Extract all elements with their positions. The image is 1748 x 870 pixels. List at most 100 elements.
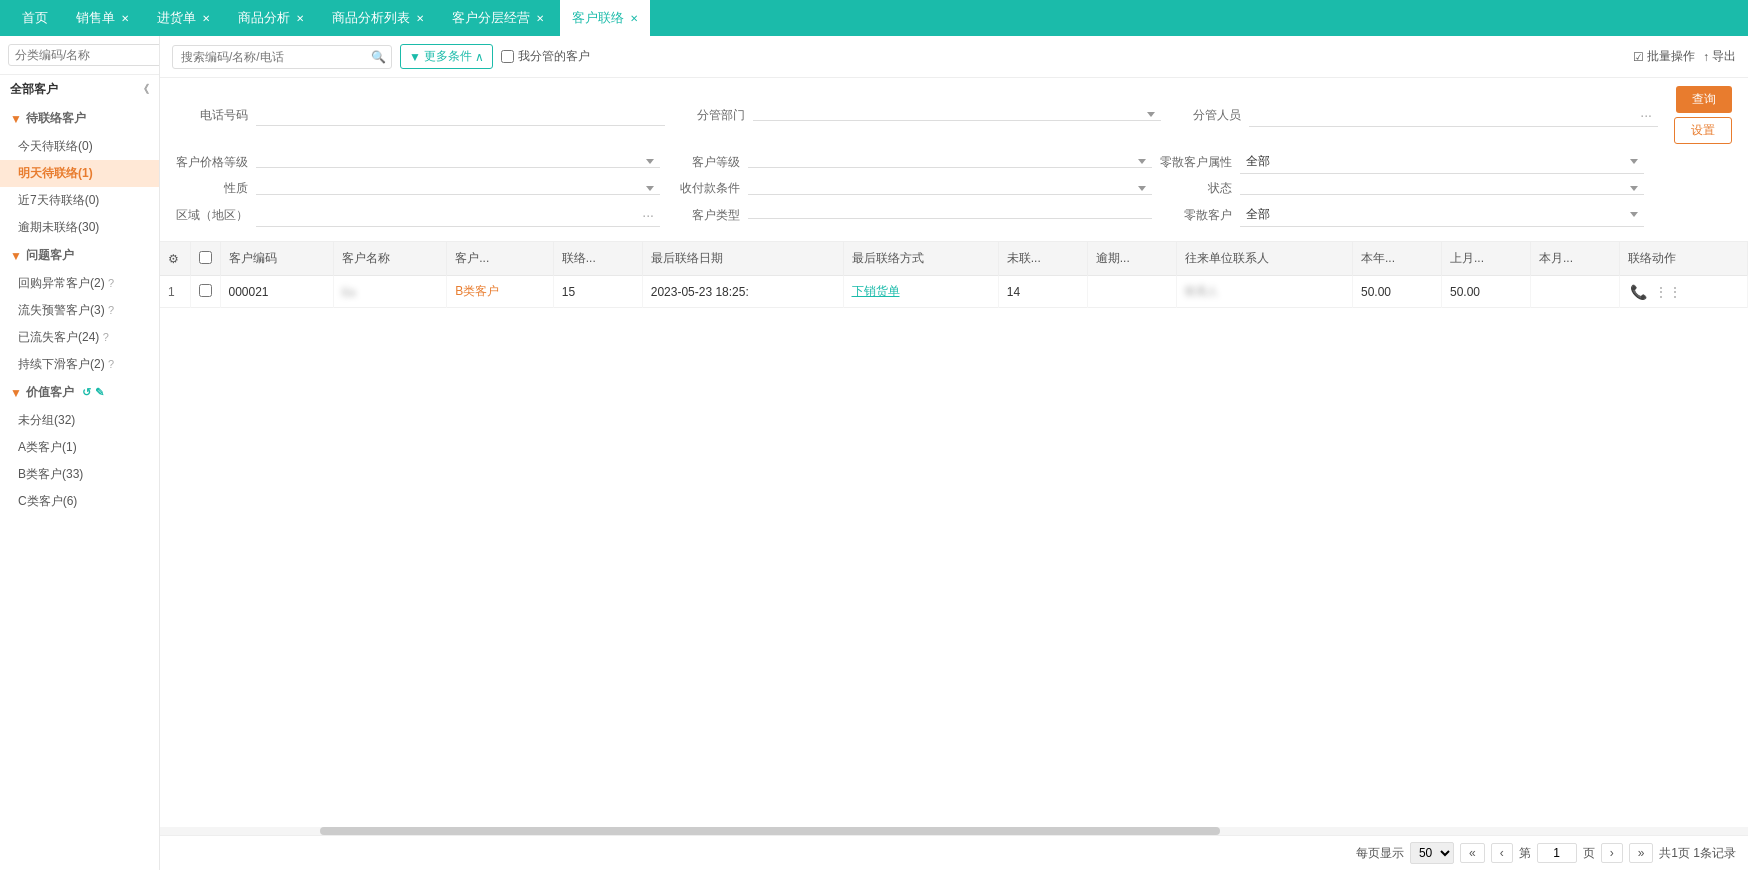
page-number-input[interactable] (1537, 843, 1577, 863)
sidebar-item-class-a[interactable]: A类客户(1) (0, 434, 159, 461)
select-all-checkbox[interactable] (199, 251, 212, 264)
help-icon-3: ? (108, 358, 114, 370)
batch-operation-button[interactable]: ☑ 批量操作 (1633, 48, 1695, 65)
level-chevron-icon (1138, 159, 1146, 164)
filter-level-select[interactable] (748, 156, 1152, 168)
filter-customer-type-label: 客户类型 (668, 207, 748, 224)
action-phone-icon[interactable]: 📞 (1630, 284, 1647, 300)
filter-region-field: 区域（地区） ··· (176, 204, 660, 227)
filter-person-field: 分管人员 ··· (1169, 104, 1658, 127)
filter-region-select[interactable]: ··· (256, 204, 660, 227)
filter-dept-select[interactable] (753, 109, 1162, 121)
first-page-button[interactable]: « (1460, 843, 1485, 863)
sidebar-item-churn-warning[interactable]: 流失预警客户(3) ? (0, 297, 159, 324)
col-checkbox[interactable] (190, 242, 220, 276)
col-last-date: 最后联络日期 (642, 242, 843, 276)
nav-product-analysis-list[interactable]: 商品分析列表 ✕ (320, 0, 436, 36)
sidebar-item-overdue-pending[interactable]: 逾期未联络(30) (0, 214, 159, 241)
search-input[interactable] (172, 45, 392, 69)
status-chevron-icon (1630, 186, 1638, 191)
col-last-method: 最后联络方式 (843, 242, 998, 276)
filter-actions: 查询 设置 (1666, 86, 1732, 144)
nature-chevron-icon (646, 186, 654, 191)
last-page-button[interactable]: » (1629, 843, 1654, 863)
filter-payment-field: 收付款条件 (668, 180, 1152, 197)
filter-customer-type-field: 客户类型 (668, 207, 1152, 224)
cell-type: B类客户 (447, 276, 553, 308)
filter-retail-attr-field: 零散客户属性 全部 (1160, 150, 1644, 174)
nav-product-list-close[interactable]: ✕ (416, 13, 424, 24)
nav-product-analysis[interactable]: 商品分析 ✕ (226, 0, 316, 36)
cell-last-method[interactable]: 下销货单 (843, 276, 998, 308)
search-icon[interactable]: 🔍 (371, 50, 386, 64)
nav-sales-close[interactable]: ✕ (121, 13, 129, 24)
col-gear[interactable]: ⚙ (160, 242, 190, 276)
cell-checkbox[interactable] (190, 276, 220, 308)
cell-last-month: 50.00 (1441, 276, 1530, 308)
prev-page-button[interactable]: ‹ (1491, 843, 1513, 863)
nav-home[interactable]: 首页 (10, 0, 60, 36)
col-overdue: 逾期... (1087, 242, 1176, 276)
sidebar-all-customers[interactable]: 全部客户 《 (0, 75, 159, 104)
sidebar-item-ungrouped[interactable]: 未分组(32) (0, 407, 159, 434)
col-customer-code: 客户编码 (220, 242, 333, 276)
last-method-link[interactable]: 下销货单 (852, 284, 900, 298)
filter-price-label: 客户价格等级 (176, 154, 256, 171)
query-button[interactable]: 查询 (1676, 86, 1732, 113)
filter-phone-field: 电话号码 (176, 105, 665, 126)
scrollbar-thumb[interactable] (320, 827, 1220, 835)
filter-price-select[interactable] (256, 156, 660, 168)
search-bar-right: ☑ 批量操作 ↑ 导出 (1633, 48, 1736, 65)
row-checkbox[interactable] (199, 284, 212, 297)
nav-sales[interactable]: 销售单 ✕ (64, 0, 141, 36)
sidebar-item-today-pending[interactable]: 今天待联络(0) (0, 133, 159, 160)
refresh-icon[interactable]: ↺ (82, 386, 91, 399)
sidebar-item-tomorrow-pending[interactable]: 明天待联络(1) (0, 160, 159, 187)
next-page-button[interactable]: › (1601, 843, 1623, 863)
per-page-select[interactable]: 50 (1410, 842, 1454, 864)
nav-customer-contact-close[interactable]: ✕ (630, 13, 638, 24)
filter-nature-select[interactable] (256, 183, 660, 195)
filter-retail-customer-select[interactable]: 全部 (1240, 203, 1644, 227)
more-filter-button[interactable]: ▼ 更多条件 ∧ (400, 44, 493, 69)
filter-customer-type-select[interactable] (748, 212, 1152, 219)
data-table-wrap: ⚙ 客户编码 客户名称 客户... 联络... (160, 242, 1748, 827)
filter-retail-attr-select[interactable]: 全部 (1240, 150, 1644, 174)
sidebar-item-churned[interactable]: 已流失客户(24) ? (0, 324, 159, 351)
sidebar-item-declining[interactable]: 持续下滑客户(2) ? (0, 351, 159, 378)
filter-row-4: 区域（地区） ··· 客户类型 零散客户 全部 (176, 203, 1732, 227)
set-button[interactable]: 设置 (1674, 117, 1732, 144)
action-more-icon[interactable]: ⋮⋮ (1654, 284, 1682, 300)
col-customer-type: 客户... (447, 242, 553, 276)
person-more-icon[interactable]: ··· (1640, 107, 1652, 123)
nav-customer-layering[interactable]: 客户分层经营 ✕ (440, 0, 556, 36)
sidebar-item-class-b[interactable]: B类客户(33) (0, 461, 159, 488)
my-customers-checkbox[interactable] (501, 50, 514, 63)
filter-payment-select[interactable] (748, 183, 1152, 195)
sidebar-item-7days-pending[interactable]: 近7天待联络(0) (0, 187, 159, 214)
filter-payment-label: 收付款条件 (668, 180, 748, 197)
nav-purchase[interactable]: 进货单 ✕ (145, 0, 222, 36)
sidebar-search-input[interactable] (8, 44, 160, 66)
sidebar-item-class-c[interactable]: C类客户(6) (0, 488, 159, 515)
filter-person-label: 分管人员 (1169, 107, 1249, 124)
filter-person-select[interactable]: ··· (1249, 104, 1658, 127)
cell-uncontacted: 14 (998, 276, 1087, 308)
per-page-label: 每页显示 (1356, 845, 1404, 862)
filter-phone-input[interactable] (256, 105, 665, 126)
region-more-icon[interactable]: ··· (642, 207, 654, 223)
nav-customer-contact[interactable]: 客户联络 ✕ (560, 0, 650, 36)
sidebar-collapse-icon: 《 (138, 82, 149, 97)
nav-purchase-close[interactable]: ✕ (202, 13, 210, 24)
export-button[interactable]: ↑ 导出 (1703, 48, 1736, 65)
dept-chevron-icon (1147, 112, 1155, 117)
nav-product-analysis-close[interactable]: ✕ (296, 13, 304, 24)
edit-icon[interactable]: ✎ (95, 386, 104, 399)
filter-status-select[interactable] (1240, 183, 1644, 195)
horizontal-scrollbar[interactable] (160, 827, 1748, 835)
sidebar-item-repurchase-abnormal[interactable]: 回购异常客户(2) ? (0, 270, 159, 297)
sidebar: 🔍 全部客户 《 ▼ 待联络客户 今天待联络(0) 明天待联络(1) 近7天待联… (0, 36, 160, 870)
nav-customer-layering-close[interactable]: ✕ (536, 13, 544, 24)
export-icon: ↑ (1703, 50, 1709, 64)
filter-phone-label: 电话号码 (176, 107, 256, 124)
